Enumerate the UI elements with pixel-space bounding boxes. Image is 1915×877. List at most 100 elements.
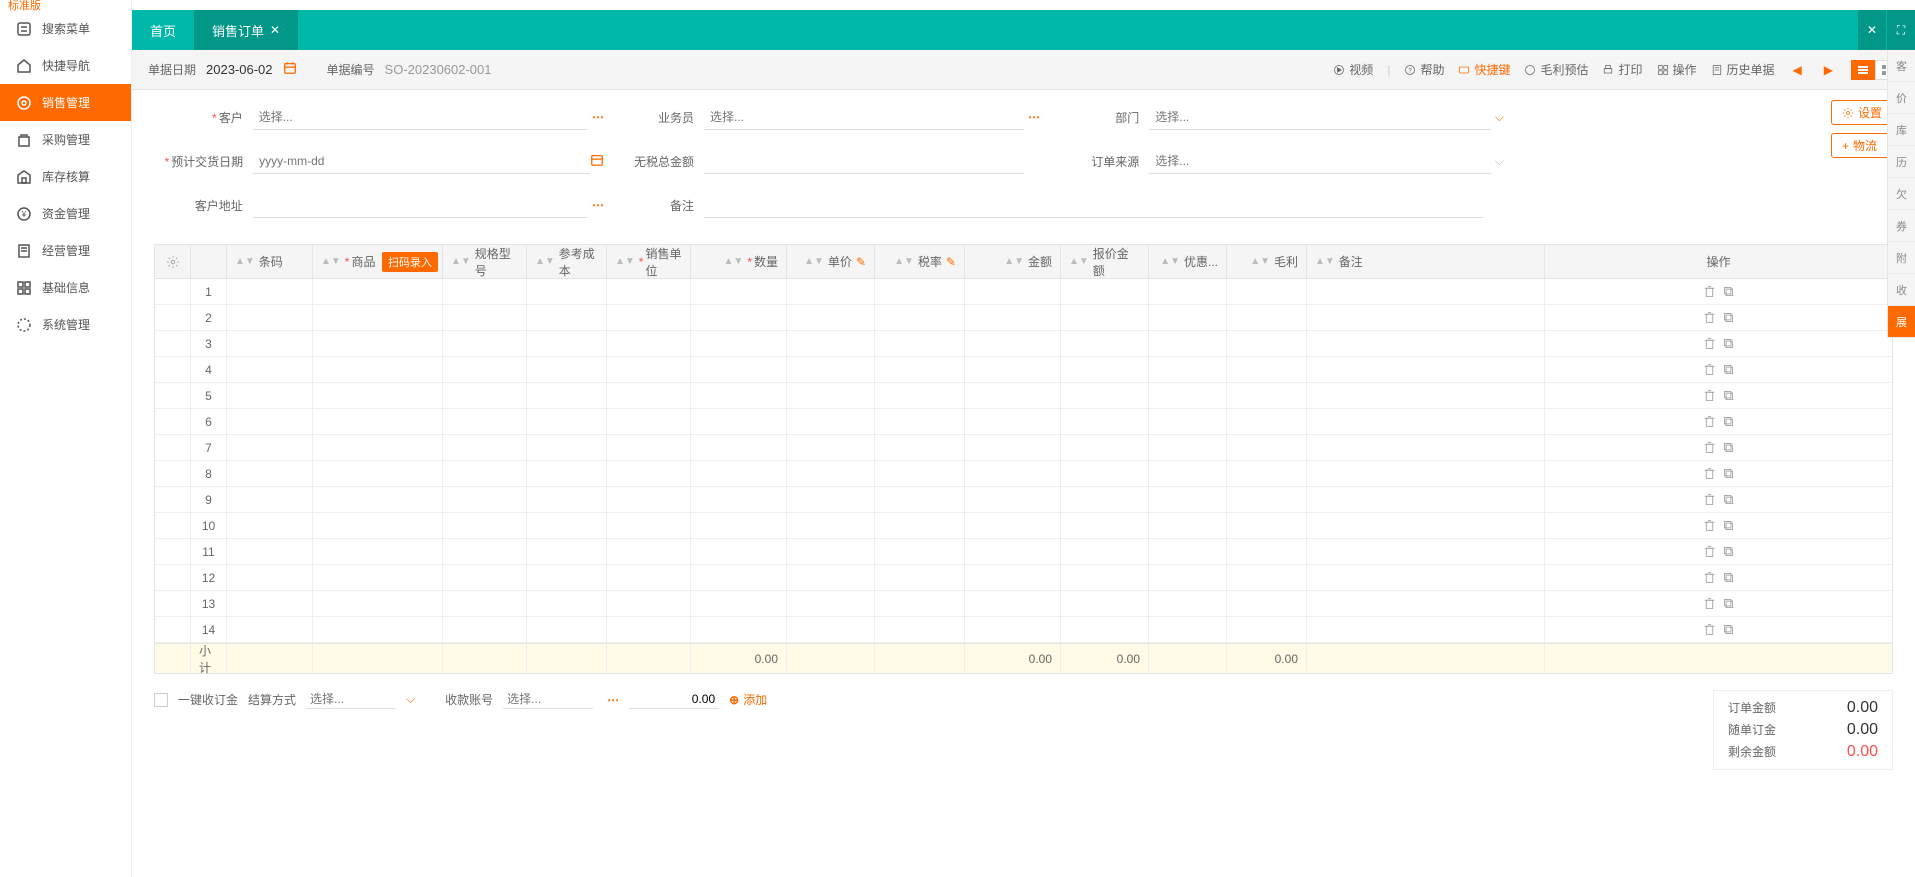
delete-icon[interactable]: [1703, 545, 1716, 558]
chevron-down-icon[interactable]: ⌵: [406, 692, 415, 707]
table-row[interactable]: 11: [155, 539, 1892, 565]
table-row[interactable]: 13: [155, 591, 1892, 617]
doc-date-value[interactable]: 2023-06-02: [206, 62, 273, 77]
float-item-4[interactable]: 欠: [1888, 178, 1915, 210]
table-row[interactable]: 7: [155, 435, 1892, 461]
print-link[interactable]: 打印: [1602, 61, 1642, 78]
close-icon[interactable]: ✕: [270, 23, 280, 37]
video-link[interactable]: 视频: [1333, 61, 1373, 78]
sidebar-item-basic[interactable]: 基础信息: [0, 269, 131, 306]
customer-input[interactable]: [253, 104, 588, 130]
float-item-3[interactable]: 历: [1888, 146, 1915, 178]
settlement-input[interactable]: [306, 690, 396, 709]
tab-close-button[interactable]: ✕: [1858, 10, 1886, 50]
copy-icon[interactable]: [1722, 311, 1735, 324]
float-item-0[interactable]: 客: [1888, 50, 1915, 82]
table-row[interactable]: 9: [155, 487, 1892, 513]
delete-icon[interactable]: [1703, 337, 1716, 350]
tab-1[interactable]: 销售订单✕: [194, 10, 298, 50]
sidebar-item-search[interactable]: 搜索菜单: [0, 10, 131, 47]
salesperson-more-icon[interactable]: ⋯: [1028, 110, 1040, 124]
float-item-2[interactable]: 库: [1888, 114, 1915, 146]
delete-icon[interactable]: [1703, 363, 1716, 376]
copy-icon[interactable]: [1722, 545, 1735, 558]
customer-more-icon[interactable]: ⋯: [592, 110, 604, 124]
delete-icon[interactable]: [1703, 597, 1716, 610]
barcode-column[interactable]: ▲▼条码: [227, 245, 313, 278]
table-row[interactable]: 1: [155, 279, 1892, 305]
customer-addr-more-icon[interactable]: ⋯: [592, 198, 604, 212]
chevron-down-icon[interactable]: ⌵: [1495, 110, 1504, 125]
prev-doc-button[interactable]: ◀: [1789, 63, 1806, 77]
table-row[interactable]: 12: [155, 565, 1892, 591]
copy-icon[interactable]: [1722, 623, 1735, 636]
copy-icon[interactable]: [1722, 597, 1735, 610]
sidebar-item-inventory[interactable]: 库存核算: [0, 158, 131, 195]
remark-column[interactable]: ▲▼备注: [1307, 245, 1545, 278]
delete-icon[interactable]: [1703, 467, 1716, 480]
tab-expand-button[interactable]: ⛶: [1887, 10, 1915, 50]
spec-column[interactable]: ▲▼规格型号: [443, 245, 527, 278]
logistics-button[interactable]: +物流: [1831, 133, 1893, 158]
unit-column[interactable]: ▲▼*销售单位: [607, 245, 691, 278]
copy-icon[interactable]: [1722, 285, 1735, 298]
table-row[interactable]: 10: [155, 513, 1892, 539]
qty-column[interactable]: ▲▼*数量: [691, 245, 787, 278]
float-item-6[interactable]: 附: [1888, 242, 1915, 274]
copy-icon[interactable]: [1722, 441, 1735, 454]
tax-column[interactable]: ▲▼税率✎: [875, 245, 965, 278]
tab-0[interactable]: 首页: [132, 10, 194, 50]
calendar-icon[interactable]: [283, 61, 297, 78]
copy-icon[interactable]: [1722, 415, 1735, 428]
price-column[interactable]: ▲▼单价✎: [787, 245, 875, 278]
delete-icon[interactable]: [1703, 311, 1716, 324]
table-row[interactable]: 4: [155, 357, 1892, 383]
salesperson-input[interactable]: [704, 104, 1024, 130]
account-input[interactable]: [503, 690, 593, 709]
table-row[interactable]: 2: [155, 305, 1892, 331]
delivery-date-input[interactable]: [253, 148, 590, 174]
gear-column[interactable]: [155, 245, 191, 278]
copy-icon[interactable]: [1722, 493, 1735, 506]
product-column[interactable]: ▲▼*商品扫码录入: [313, 245, 443, 278]
edit-icon[interactable]: ✎: [856, 255, 866, 269]
delete-icon[interactable]: [1703, 571, 1716, 584]
quote-column[interactable]: ▲▼报价金额: [1061, 245, 1149, 278]
remark-input[interactable]: [704, 192, 1484, 218]
table-row[interactable]: 6: [155, 409, 1892, 435]
next-doc-button[interactable]: ▶: [1820, 63, 1837, 77]
view-toggle-form[interactable]: [1851, 60, 1875, 80]
copy-icon[interactable]: [1722, 363, 1735, 376]
sidebar-item-home[interactable]: 快捷导航: [0, 47, 131, 84]
department-input[interactable]: [1149, 104, 1491, 130]
profit-column[interactable]: ▲▼毛利: [1227, 245, 1307, 278]
sidebar-item-purchase[interactable]: 采购管理: [0, 121, 131, 158]
operate-link[interactable]: 操作: [1657, 61, 1697, 78]
payment-amount-input[interactable]: [629, 690, 719, 709]
sidebar-item-business[interactable]: 经营管理: [0, 232, 131, 269]
deposit-checkbox[interactable]: [154, 693, 168, 707]
float-item-5[interactable]: 券: [1888, 210, 1915, 242]
order-source-input[interactable]: [1149, 148, 1491, 174]
calendar-icon[interactable]: [590, 153, 604, 170]
delete-icon[interactable]: [1703, 389, 1716, 402]
amount-notax-input[interactable]: [704, 148, 1024, 174]
table-row[interactable]: 3: [155, 331, 1892, 357]
float-item-1[interactable]: 价: [1888, 82, 1915, 114]
delete-icon[interactable]: [1703, 623, 1716, 636]
table-row[interactable]: 14: [155, 617, 1892, 643]
delete-icon[interactable]: [1703, 493, 1716, 506]
delete-icon[interactable]: [1703, 285, 1716, 298]
float-item-7[interactable]: 收: [1888, 274, 1915, 306]
profit-estimate-link[interactable]: 毛利预估: [1524, 61, 1588, 78]
table-row[interactable]: 5: [155, 383, 1892, 409]
amount-column[interactable]: ▲▼金额: [965, 245, 1061, 278]
chevron-down-icon[interactable]: ⌵: [1495, 154, 1504, 169]
copy-icon[interactable]: [1722, 519, 1735, 532]
discount-column[interactable]: ▲▼优惠...: [1149, 245, 1227, 278]
refcost-column[interactable]: ▲▼参考成本: [527, 245, 607, 278]
copy-icon[interactable]: [1722, 571, 1735, 584]
add-payment-button[interactable]: ⊕添加: [729, 691, 767, 708]
help-link[interactable]: ?帮助: [1404, 61, 1444, 78]
sidebar-item-system[interactable]: 系统管理: [0, 306, 131, 343]
